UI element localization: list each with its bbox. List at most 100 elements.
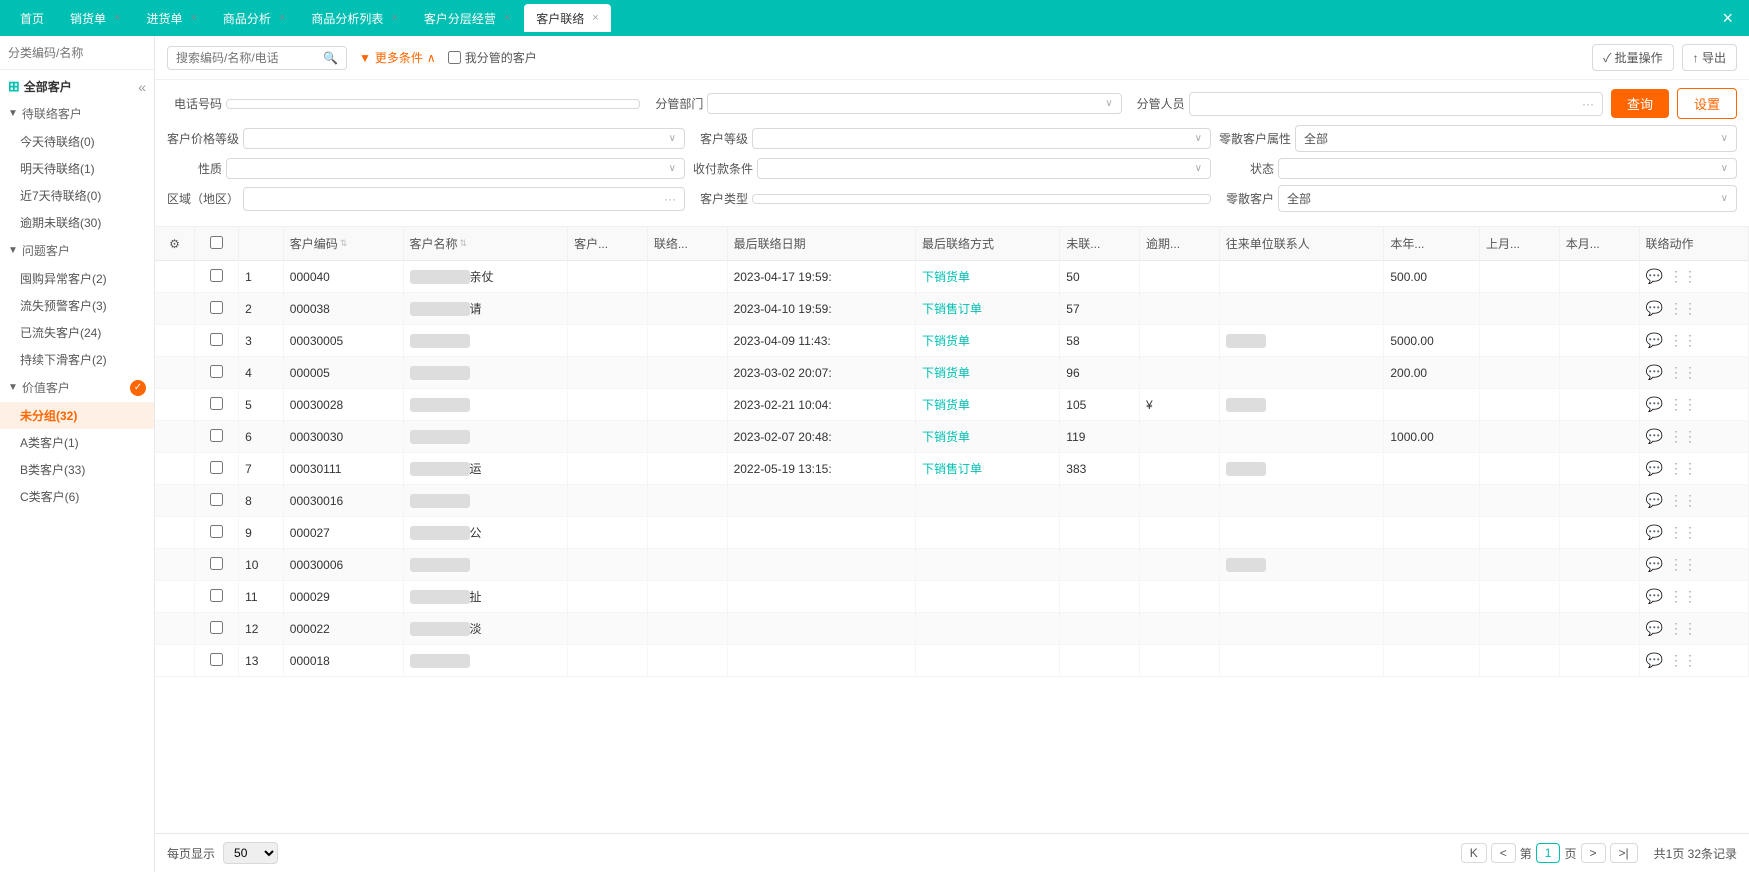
select-all-checkbox[interactable] — [210, 236, 223, 249]
row-checkbox[interactable] — [210, 653, 223, 666]
action-message-icon[interactable]: 💬 — [1646, 620, 1663, 637]
col-name[interactable]: 客户名称 ⇅ — [403, 227, 568, 261]
cell-checkbox[interactable] — [194, 293, 238, 325]
row-checkbox[interactable] — [210, 621, 223, 634]
last-method-link[interactable]: 下销货单 — [922, 270, 970, 284]
action-message-icon[interactable]: 💬 — [1646, 588, 1663, 605]
sidebar-item-today[interactable]: 今天待联络(0) — [0, 128, 154, 155]
col-checkbox-all[interactable] — [194, 227, 238, 261]
nav-tab-sales[interactable]: 销货单 × — [58, 4, 132, 32]
sidebar-all-customers-label[interactable]: ⊞ 全部客户 — [8, 78, 72, 95]
col-last-date[interactable]: 最后联络日期 — [727, 227, 915, 261]
row-checkbox[interactable] — [210, 589, 223, 602]
action-message-icon[interactable]: 💬 — [1646, 268, 1663, 285]
action-message-icon[interactable]: 💬 — [1646, 300, 1663, 317]
nav-tab-sales-close[interactable]: × — [114, 12, 120, 24]
action-menu-icon[interactable]: ⋮⋮ — [1669, 588, 1697, 605]
cell-checkbox[interactable] — [194, 517, 238, 549]
filter-search-box[interactable]: 🔍 — [167, 46, 347, 70]
customer-level-input[interactable]: ∨ — [752, 128, 1211, 149]
row-checkbox[interactable] — [210, 397, 223, 410]
cell-checkbox[interactable] — [194, 485, 238, 517]
sidebar-section-pending[interactable]: ▼ 待联络客户 — [0, 99, 154, 128]
filter-search-icon[interactable]: 🔍 — [323, 51, 338, 65]
sidebar-item-class-c[interactable]: C类客户(6) — [0, 483, 154, 510]
cell-checkbox[interactable] — [194, 389, 238, 421]
payment-input[interactable]: ∨ — [757, 158, 1211, 179]
sidebar-item-churn-warning[interactable]: 流失预警客户(3) — [0, 292, 154, 319]
action-message-icon[interactable]: 💬 — [1646, 364, 1663, 381]
sidebar-item-overdue[interactable]: 逾期未联络(30) — [0, 209, 154, 236]
col-this-year[interactable]: 本年... — [1384, 227, 1480, 261]
retail-attr-input[interactable]: 全部 ∨ — [1295, 125, 1737, 152]
action-menu-icon[interactable]: ⋮⋮ — [1669, 652, 1697, 669]
action-message-icon[interactable]: 💬 — [1646, 492, 1663, 509]
sidebar-item-declining[interactable]: 持续下滑客户(2) — [0, 346, 154, 373]
nav-tab-customer-layer[interactable]: 客户分层经营 × — [412, 4, 522, 32]
last-method-link[interactable]: 下销货单 — [922, 430, 970, 444]
action-message-icon[interactable]: 💬 — [1646, 652, 1663, 669]
nav-tab-customer-contact-close[interactable]: × — [592, 12, 598, 24]
retail-customer-input[interactable]: 全部 ∨ — [1278, 185, 1737, 212]
reset-button[interactable]: 设置 — [1677, 88, 1737, 119]
row-checkbox[interactable] — [210, 461, 223, 474]
sidebar-search-input[interactable] — [8, 46, 155, 60]
department-input[interactable]: ∨ — [707, 93, 1121, 114]
action-message-icon[interactable]: 💬 — [1646, 332, 1663, 349]
nav-tab-home[interactable]: 首页 — [8, 4, 56, 32]
sidebar-item-hoarding[interactable]: 囤购异常客户(2) — [0, 265, 154, 292]
region-input[interactable]: ··· — [243, 187, 685, 211]
cell-checkbox[interactable] — [194, 645, 238, 677]
nav-tab-goods-list-close[interactable]: × — [391, 12, 397, 24]
action-menu-icon[interactable]: ⋮⋮ — [1669, 460, 1697, 477]
sidebar-item-class-a[interactable]: A类客户(1) — [0, 429, 154, 456]
action-menu-icon[interactable]: ⋮⋮ — [1669, 300, 1697, 317]
last-method-link[interactable]: 下销货单 — [922, 366, 970, 380]
sidebar-item-churned[interactable]: 已流失客户(24) — [0, 319, 154, 346]
export-button[interactable]: ↑ 导出 — [1682, 44, 1737, 71]
last-page-button[interactable]: >| — [1610, 843, 1638, 863]
last-method-link[interactable]: 下销货单 — [922, 334, 970, 348]
sidebar-collapse-button[interactable]: « — [138, 79, 146, 95]
cell-checkbox[interactable] — [194, 421, 238, 453]
gender-input[interactable]: ∨ — [226, 158, 685, 179]
action-menu-icon[interactable]: ⋮⋮ — [1669, 556, 1697, 573]
batch-operation-button[interactable]: ✓ 批量操作 — [1592, 44, 1674, 71]
row-checkbox[interactable] — [210, 333, 223, 346]
sidebar-section-problem[interactable]: ▼ 问题客户 — [0, 236, 154, 265]
col-last-method[interactable]: 最后联络方式 — [916, 227, 1060, 261]
nav-tab-customer-contact[interactable]: 客户联络 × — [524, 4, 610, 32]
filter-more-conditions[interactable]: ▼ 更多条件 ∧ — [359, 49, 436, 66]
row-checkbox[interactable] — [210, 525, 223, 538]
action-message-icon[interactable]: 💬 — [1646, 460, 1663, 477]
nav-tab-goods-analysis[interactable]: 商品分析 × — [211, 4, 297, 32]
action-menu-icon[interactable]: ⋮⋮ — [1669, 332, 1697, 349]
action-message-icon[interactable]: 💬 — [1646, 524, 1663, 541]
cell-checkbox[interactable] — [194, 261, 238, 293]
prev-page-button[interactable]: < — [1491, 843, 1516, 863]
nav-tab-customer-layer-close[interactable]: × — [504, 12, 510, 24]
cell-checkbox[interactable] — [194, 581, 238, 613]
last-method-link[interactable]: 下销货单 — [922, 398, 970, 412]
col-contact-person[interactable]: 往来单位联系人 — [1219, 227, 1384, 261]
next-page-button[interactable]: > — [1581, 843, 1606, 863]
first-page-button[interactable]: K — [1461, 843, 1487, 863]
last-method-link[interactable]: 下销售订单 — [922, 462, 982, 476]
col-last-month[interactable]: 上月... — [1480, 227, 1560, 261]
action-menu-icon[interactable]: ⋮⋮ — [1669, 620, 1697, 637]
current-page[interactable]: 1 — [1536, 843, 1561, 863]
cell-checkbox[interactable] — [194, 325, 238, 357]
query-button[interactable]: 查询 — [1611, 89, 1669, 118]
action-message-icon[interactable]: 💬 — [1646, 396, 1663, 413]
col-this-month[interactable]: 本月... — [1559, 227, 1639, 261]
row-checkbox[interactable] — [210, 269, 223, 282]
sidebar-item-ungrouped[interactable]: 未分组(32) — [0, 402, 154, 429]
row-checkbox[interactable] — [210, 557, 223, 570]
action-menu-icon[interactable]: ⋮⋮ — [1669, 364, 1697, 381]
nav-tab-goods-list[interactable]: 商品分析列表 × — [299, 4, 409, 32]
customer-type-input[interactable] — [752, 194, 1211, 204]
nav-tab-purchase[interactable]: 进货单 × — [134, 4, 208, 32]
nav-tab-purchase-close[interactable]: × — [190, 12, 196, 24]
action-message-icon[interactable]: 💬 — [1646, 556, 1663, 573]
col-overdue[interactable]: 逾期... — [1140, 227, 1220, 261]
